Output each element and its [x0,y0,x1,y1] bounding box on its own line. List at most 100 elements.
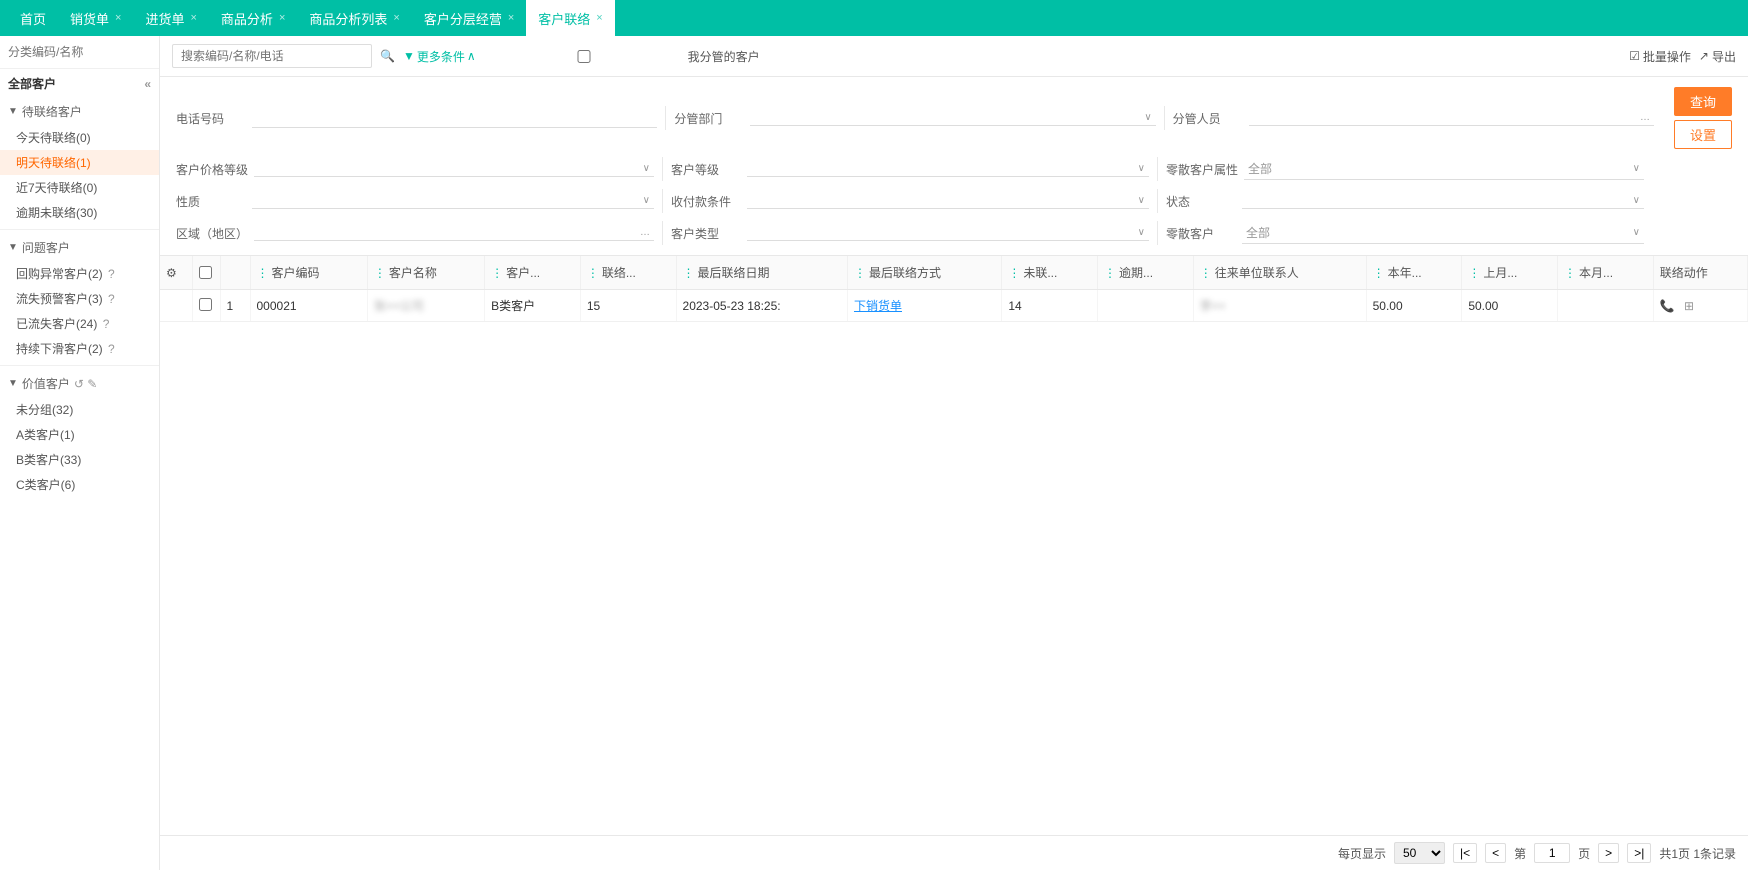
nav-product-analysis[interactable]: 商品分析 × [209,0,297,36]
region-select[interactable]: … [254,225,654,241]
th-settings[interactable]: ⚙ [160,256,192,290]
page-size-select[interactable]: 50 100 200 [1394,842,1445,864]
sidebar-item-a-class[interactable]: A类客户(1) [0,422,159,447]
retail-customer-select[interactable]: 全部 ∨ [1242,222,1644,244]
payment-select[interactable]: ∨ [747,193,1149,209]
customer-type-select[interactable]: ∨ [747,225,1149,241]
query-button[interactable]: 查询 [1674,87,1732,116]
nav-sales-order[interactable]: 销货单 × [58,0,133,36]
set-button[interactable]: 设置 [1674,120,1732,149]
th-contacts-person[interactable]: ⋮ 往来单位联系人 [1193,256,1366,290]
phone-input[interactable] [252,109,657,128]
sidebar-category-value[interactable]: ▼ 价值客户 ↺ ✎ [0,370,159,397]
batch-ops-btn[interactable]: ☑ 批量操作 [1629,48,1691,65]
page-input[interactable] [1534,843,1570,863]
dept-select[interactable]: ∨ [750,110,1155,126]
nav-customer-segmentation[interactable]: 客户分层经营 × [412,0,526,36]
chevron-down-icon: ∨ [1633,227,1640,238]
chevron-down-icon: ∨ [1633,163,1640,174]
sidebar-item-ungrouped[interactable]: 未分组(32) [0,397,159,422]
filter-nature: 性质 ∨ [176,193,654,210]
my-customers-checkbox-label[interactable]: 我分管的客户 [484,48,760,65]
divider [0,229,159,230]
person-select[interactable]: … [1249,110,1654,126]
td-uncontacted: 14 [1002,290,1098,322]
th-uncontacted[interactable]: ⋮ 未联... [1002,256,1098,290]
close-icon[interactable]: × [508,12,514,24]
sidebar-item-abnormal-repurchase[interactable]: 回购异常客户(2) ? [0,261,159,286]
th-last-month[interactable]: ⋮ 上月... [1462,256,1558,290]
sidebar-item-overdue-pending[interactable]: 逾期未联络(30) [0,200,159,225]
sidebar-item-churn-warning[interactable]: 流失预警客户(3) ? [0,286,159,311]
th-type[interactable]: ⋮ 客户... [485,256,581,290]
td-index: 1 [220,290,250,322]
select-all-checkbox[interactable] [199,266,212,279]
sidebar-item-churned[interactable]: 已流失客户(24) ? [0,311,159,336]
td-last-contact-method[interactable]: 下销货单 [847,290,1001,322]
customer-level-select[interactable]: ∨ [747,161,1149,177]
grid-action-icon[interactable]: ⊞ [1684,299,1694,313]
nav-purchase-order[interactable]: 进货单 × [133,0,208,36]
nav-home[interactable]: 首页 [8,0,58,36]
td-last-contact-date: 2023-05-23 18:25: [676,290,847,322]
sidebar-item-declining[interactable]: 持续下滑客户(2) ? [0,336,159,361]
close-icon[interactable]: × [279,12,285,24]
th-checkbox[interactable] [192,256,220,290]
top-nav: 首页 销货单 × 进货单 × 商品分析 × 商品分析列表 × 客户分层经营 × … [0,0,1748,36]
search-bar: 🔍 ▼ 更多条件 ∧ 我分管的客户 ☑ 批量操作 ↗ 导出 [160,36,1748,77]
last-page-btn[interactable]: >| [1627,843,1651,863]
th-last-contact-method[interactable]: ⋮ 最后联络方式 [847,256,1001,290]
close-icon[interactable]: × [115,12,121,24]
chevron-icon: ∧ [467,49,476,63]
td-action[interactable]: 📞 ⊞ [1653,290,1747,322]
divider [1157,157,1158,181]
sidebar-search-input[interactable] [8,45,160,59]
more-filters-btn[interactable]: ▼ 更多条件 ∧ [403,48,476,65]
status-select[interactable]: ∨ [1242,193,1644,209]
td-this-year: 50.00 [1366,290,1462,322]
customer-type-label: 客户类型 [671,225,741,242]
prev-page-btn[interactable]: < [1485,843,1506,863]
th-this-month[interactable]: ⋮ 本月... [1558,256,1654,290]
phone-action-icon[interactable]: 📞 [1660,299,1675,313]
first-page-btn[interactable]: |< [1453,843,1477,863]
next-page-btn[interactable]: > [1598,843,1619,863]
sidebar-item-c-class[interactable]: C类客户(6) [0,472,159,497]
sidebar-item-tomorrow-pending[interactable]: 明天待联络(1) [0,150,159,175]
nav-product-analysis-list[interactable]: 商品分析列表 × [297,0,411,36]
main-search-input[interactable] [172,44,372,68]
retail-attr-select[interactable]: 全部 ∨ [1244,158,1644,180]
search-icon[interactable]: 🔍 [380,49,395,63]
sidebar-category-pending[interactable]: ▼ 待联络客户 [0,98,159,125]
th-name[interactable]: ⋮ 客户名称 [367,256,484,290]
nav-customer-contact[interactable]: 客户联络 × [526,0,614,36]
status-label: 状态 [1166,193,1236,210]
query-set-buttons: 查询 设置 [1674,87,1732,149]
sidebar-category-problem[interactable]: ▼ 问题客户 [0,234,159,261]
my-customers-checkbox[interactable] [484,50,684,63]
close-icon[interactable]: × [596,12,602,24]
nature-select[interactable]: ∨ [252,193,654,209]
all-customers-title[interactable]: 全部客户 « [0,69,159,98]
sidebar-item-today-pending[interactable]: 今天待联络(0) [0,125,159,150]
td-checkbox[interactable] [192,290,220,322]
price-level-select[interactable]: ∨ [254,161,654,177]
row-checkbox[interactable] [199,298,212,311]
close-icon[interactable]: × [393,12,399,24]
close-icon[interactable]: × [190,12,196,24]
filter-dept: 分管部门 ∨ [674,110,1155,127]
th-overdue[interactable]: ⋮ 逾期... [1098,256,1194,290]
export-btn[interactable]: ↗ 导出 [1699,48,1736,65]
table-header-row: ⚙ ⋮ 客户编码 [160,256,1748,290]
content-area: 🔍 ▼ 更多条件 ∧ 我分管的客户 ☑ 批量操作 ↗ 导出 [160,36,1748,870]
export-icon: ↗ [1699,49,1709,63]
sidebar-item-7days-pending[interactable]: 近7天待联络(0) [0,175,159,200]
th-code[interactable]: ⋮ 客户编码 [250,256,367,290]
td-settings [160,290,192,322]
th-this-year[interactable]: ⋮ 本年... [1366,256,1462,290]
sidebar-item-b-class[interactable]: B类客户(33) [0,447,159,472]
th-last-contact-date[interactable]: ⋮ 最后联络日期 [676,256,847,290]
divider [665,106,666,130]
th-contact[interactable]: ⋮ 联络... [580,256,676,290]
filter-icon: ▼ [403,49,415,63]
